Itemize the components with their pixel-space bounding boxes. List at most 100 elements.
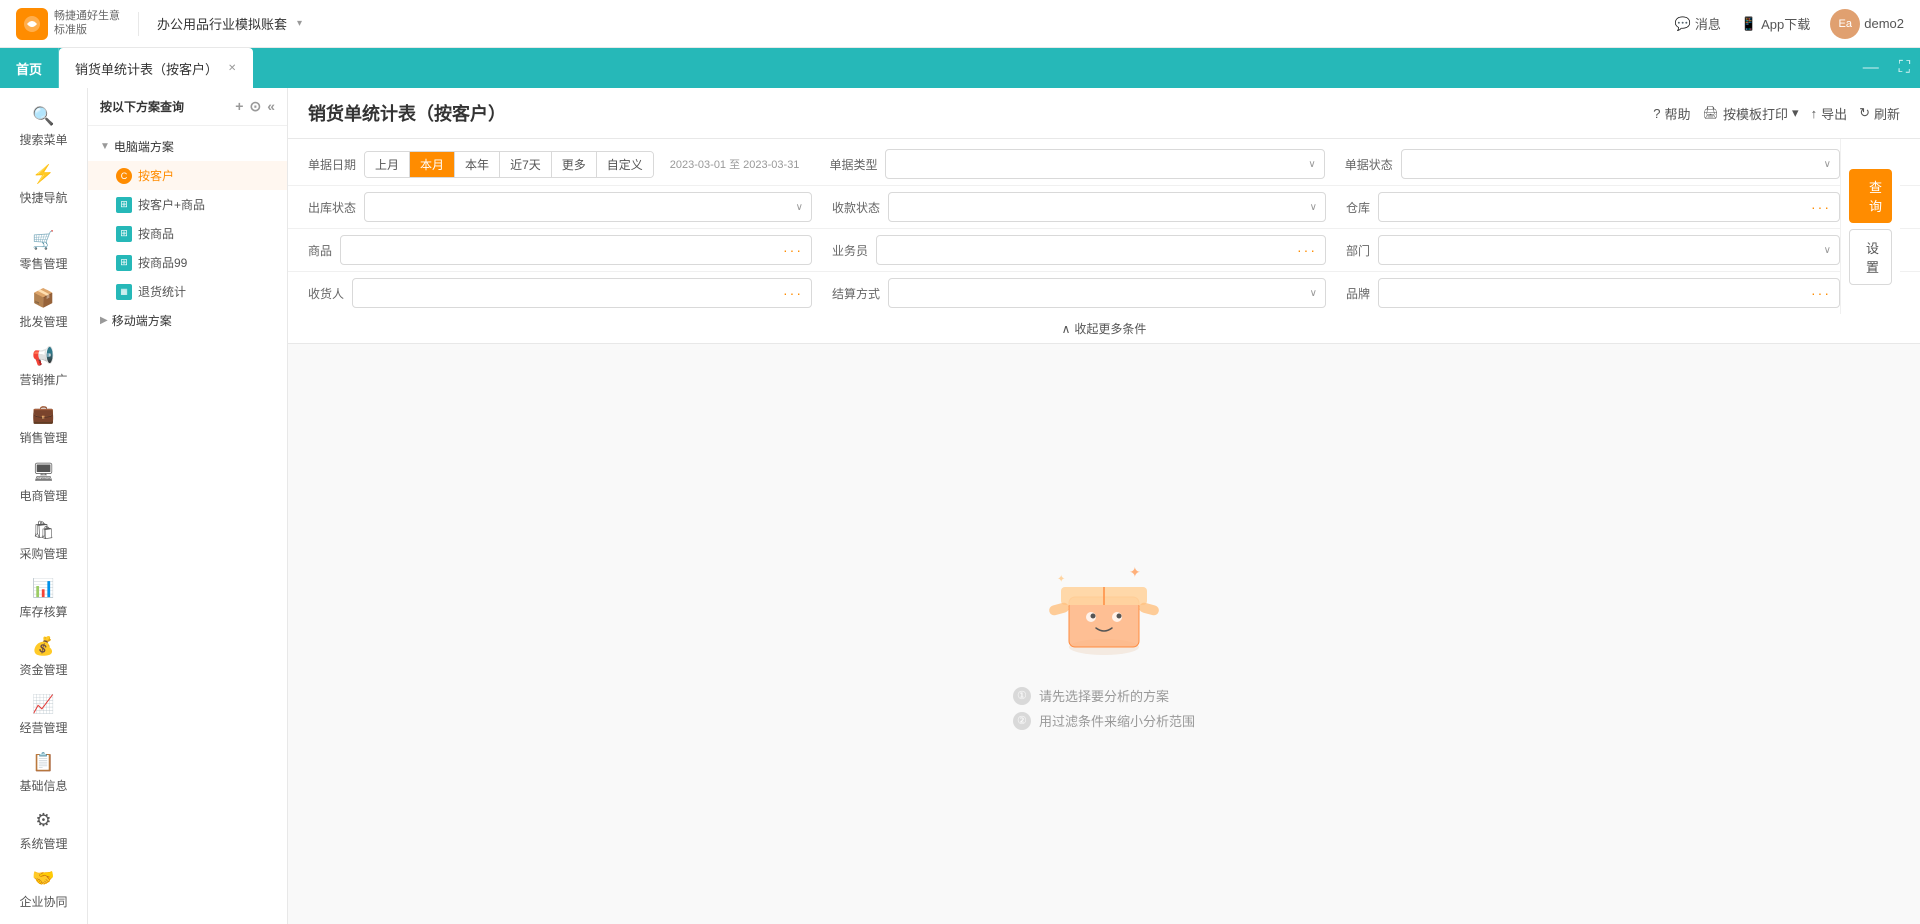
sidebar-item-retail[interactable]: 🛒 零售管理 [0,222,87,280]
voucher-status-select[interactable]: ∨ [1401,149,1840,179]
export-button[interactable]: ↑ 导出 [1811,104,1848,123]
sidebar-item-purchase[interactable]: 🛍 采购管理 [0,512,87,570]
salesperson-select[interactable]: ··· [876,235,1326,265]
sidebar-base-label: 基础信息 [19,777,67,794]
receipt-status-select[interactable]: ∨ [888,192,1326,222]
sidebar-item-wholesale[interactable]: 📦 批发管理 [0,280,87,338]
print-icon: 🖨 [1703,105,1720,121]
tab-minimize-icon[interactable]: — [1853,59,1889,77]
tree-item-by-product-99[interactable]: ⊞ 按商品99 [88,248,287,277]
date-btn-7days[interactable]: 近7天 [500,152,552,177]
filter-row-1: 单据日期 上月 本月 本年 近7天 更多 自定义 2023-03-01 至 20… [288,139,1920,186]
date-btn-this-month[interactable]: 本月 [410,152,455,177]
date-btn-custom[interactable]: 自定义 [597,152,653,177]
date-btn-this-year[interactable]: 本年 [455,152,500,177]
sidebar-item-operations[interactable]: 📈 经营管理 [0,686,87,744]
help-icon: ? [1653,106,1660,121]
logo-icon [16,8,48,40]
payment-select[interactable]: ∨ [888,278,1326,308]
department-label: 部门 [1346,242,1370,259]
tab-close-icon[interactable]: ✕ [228,63,236,74]
sidebar-item-marketing[interactable]: 📢 营销推广 [0,338,87,396]
tree-item-return-stats-icon: ▦ [116,284,132,300]
collapse-bar[interactable]: ∧ 收起更多条件 [288,314,1920,344]
voucher-type-filter: 单据类型 ∨ [819,149,1334,179]
sidebar-item-guide[interactable]: 🎯 新手引导 [0,918,87,924]
warehouse-filter: 仓库 ··· [1336,192,1850,222]
sidebar-item-base[interactable]: 📋 基础信息 [0,744,87,802]
search-icon: 🔍 [32,106,54,127]
tree-group-desktop: ▼ 电脑端方案 C 按客户 ⊞ 按客户+商品 ⊞ [88,132,287,306]
out-status-filter: 出库状态 ∨ [308,192,822,222]
content-panel: 按以下方案查询 + ⊙ « ▼ 电脑端方案 C [88,88,1920,924]
app-download-button[interactable]: 📱 App下载 [1741,14,1810,33]
salesperson-dots: ··· [1297,242,1317,258]
tree-group-desktop-label: 电脑端方案 [114,138,174,155]
product-select[interactable]: ··· [340,235,812,265]
print-button[interactable]: 🖨 按模板打印 ▾ [1703,104,1799,123]
sidebar-item-collab[interactable]: 🤝 企业协同 [0,860,87,918]
sidebar-item-sales[interactable]: 💼 销售管理 [0,396,87,454]
collapse-label: 收起更多条件 [1074,320,1146,337]
tree-item-by-customer-product[interactable]: ⊞ 按客户+商品 [88,190,287,219]
message-button[interactable]: 💬 消息 [1675,14,1721,33]
tree-group-mobile-header[interactable]: ▶ 移动端方案 [88,306,287,335]
scheme-collapse-btn[interactable]: « [267,98,275,115]
tab-home[interactable]: 首页 [0,48,59,88]
empty-illustration: ✦ ✦ [1039,532,1169,662]
help-button[interactable]: ? 帮助 [1653,104,1690,123]
sidebar-ecommerce-label: 电商管理 [19,487,67,504]
receiver-select[interactable]: ··· [352,278,812,308]
tree-item-by-customer-icon: C [116,168,132,184]
header-left: 畅捷通好生意 标准版 办公用品行业模拟账套 ▾ [16,8,302,40]
tree-item-by-product[interactable]: ⊞ 按商品 [88,219,287,248]
tab-maximize-icon[interactable]: ⛶ [1889,59,1920,77]
sidebar-item-search[interactable]: 🔍 搜索菜单 [0,98,87,156]
step-2-num: ② [1013,712,1031,730]
tabbar-right: — ⛶ [1853,59,1920,77]
operations-icon: 📈 [32,694,54,715]
tab-home-label: 首页 [16,59,42,78]
brand-select[interactable]: ··· [1378,278,1840,308]
tab-report[interactable]: 销货单统计表（按客户） ✕ [59,48,253,88]
sidebar-item-finance[interactable]: 💰 资金管理 [0,628,87,686]
user-profile[interactable]: Ea demo2 [1830,9,1904,39]
sales-icon: 💼 [32,404,54,425]
collapse-button[interactable]: ∧ 收起更多条件 [1062,320,1147,337]
refresh-button[interactable]: ↻ 刷新 [1859,104,1900,123]
scheme-refresh-btn[interactable]: ⊙ [249,98,261,115]
tree-item-return-stats[interactable]: ▦ 退货统计 [88,277,287,306]
svg-text:✦: ✦ [1057,574,1065,585]
main-content: 销货单统计表（按客户） ? 帮助 🖨 按模板打印 ▾ ↑ [288,88,1920,924]
scheme-header: 按以下方案查询 + ⊙ « [88,88,287,126]
product-dots: ··· [783,242,803,258]
tab-report-label: 销货单统计表（按客户） [75,59,218,78]
sidebar-item-system[interactable]: ⚙ 系统管理 [0,802,87,860]
warehouse-select[interactable]: ··· [1378,192,1840,222]
purchase-icon: 🛍 [32,520,55,541]
sidebar-item-ecommerce[interactable]: 🖥 电商管理 [0,454,87,512]
out-status-select[interactable]: ∨ [364,192,812,222]
filter-row-4: 收货人 ··· 结算方式 ∨ [288,272,1920,314]
setting-button[interactable]: 设置 [1849,229,1892,285]
sidebar-item-inventory[interactable]: 📊 库存核算 [0,570,87,628]
scheme-add-btn[interactable]: + [235,98,243,115]
voucher-type-label: 单据类型 [829,156,877,173]
receipt-status-label: 收款状态 [832,199,880,216]
header-dropdown-icon[interactable]: ▾ [297,18,302,29]
date-btn-more[interactable]: 更多 [552,152,597,177]
voucher-status-arrow: ∨ [1824,159,1831,170]
step-1-num: ① [1013,687,1031,705]
payment-label: 结算方式 [832,285,880,302]
tree-item-by-customer-product-icon: ⊞ [116,197,132,213]
sidebar-item-quicknav[interactable]: ⚡ 快捷导航 [0,156,87,214]
tree-item-by-customer[interactable]: C 按客户 [88,161,287,190]
query-button[interactable]: 查询 [1849,169,1892,223]
date-button-group: 上月 本月 本年 近7天 更多 自定义 [364,151,654,178]
tree-item-by-customer-product-label: 按客户+商品 [138,196,205,213]
voucher-type-select[interactable]: ∨ [885,149,1324,179]
tree-group-desktop-header[interactable]: ▼ 电脑端方案 [88,132,287,161]
department-select[interactable]: ∨ [1378,235,1840,265]
tree-item-by-product-icon: ⊞ [116,226,132,242]
date-btn-last-month[interactable]: 上月 [365,152,410,177]
